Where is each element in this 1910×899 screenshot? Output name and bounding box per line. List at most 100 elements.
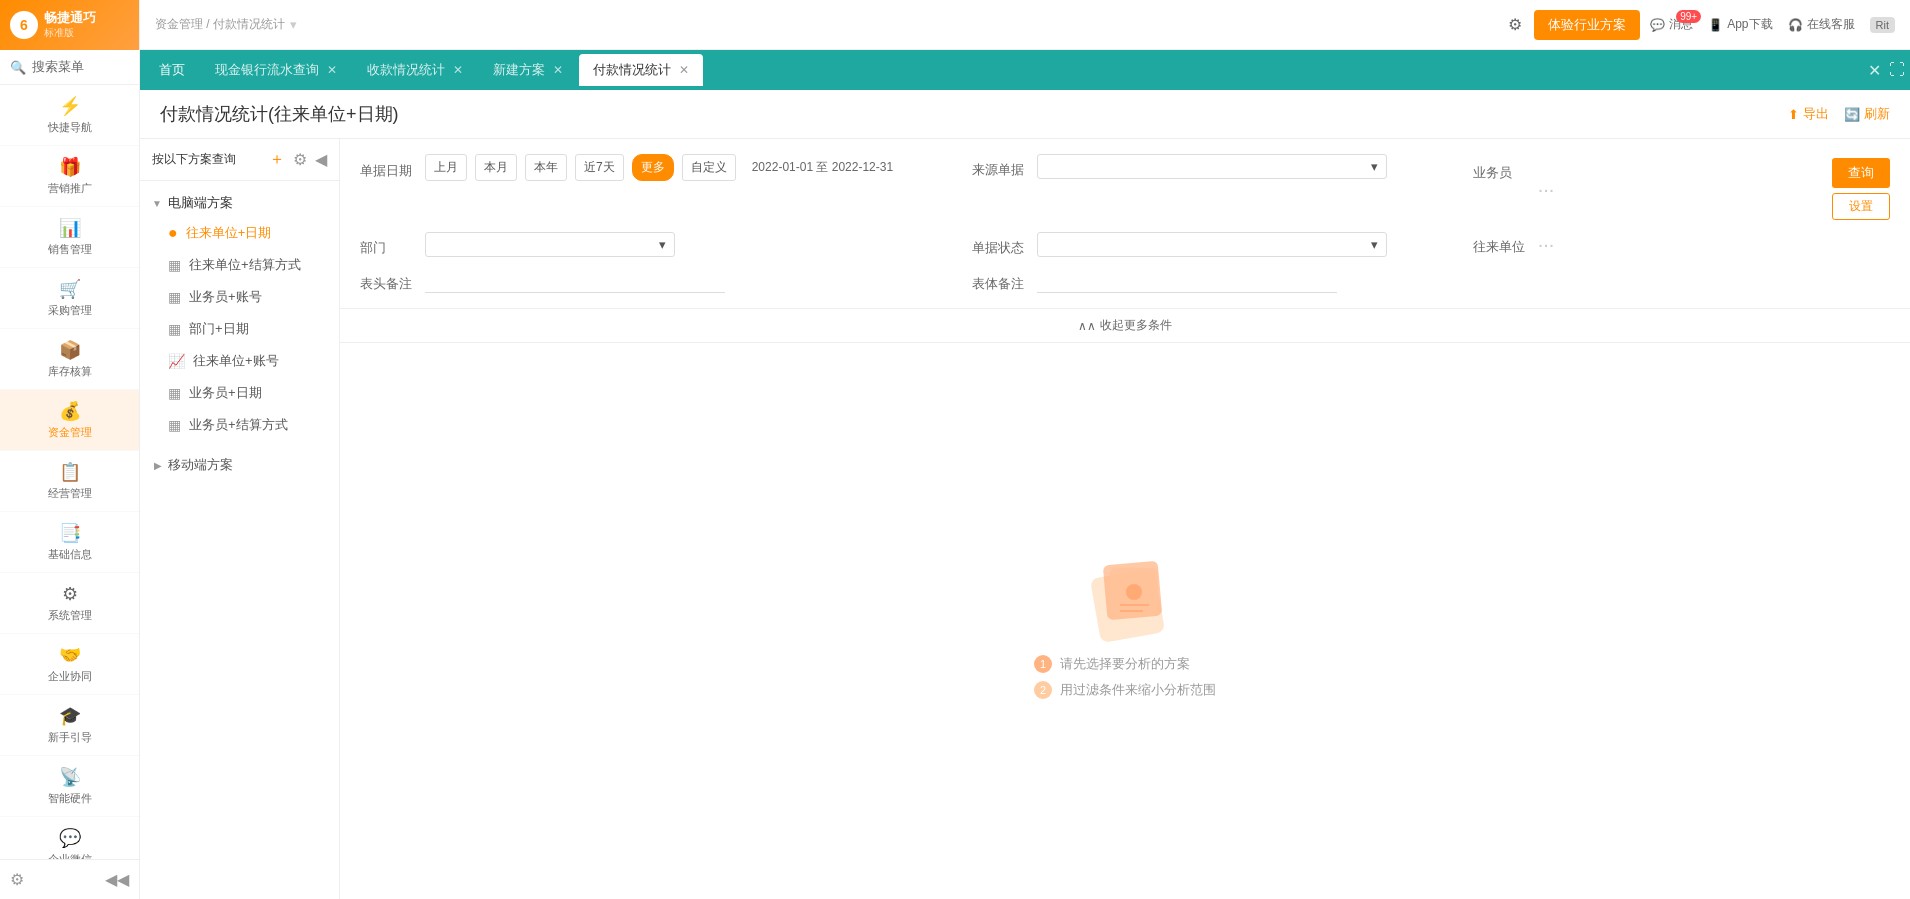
operation-icon: 📋	[59, 461, 81, 483]
date-btn-this-month[interactable]: 本月	[475, 154, 517, 181]
logo-icon: 6	[10, 11, 38, 39]
app-download-btn[interactable]: 📱 App下载	[1708, 16, 1772, 33]
scheme-item-label: 往来单位+日期	[186, 224, 272, 242]
sidebar-item-hardware[interactable]: 📡 智能硬件	[0, 756, 139, 817]
sidebar-item-quick-nav[interactable]: ⚡ 快捷导航	[0, 85, 139, 146]
tab-expand-btn[interactable]: ⛶	[1889, 61, 1905, 79]
header-note-label: 表头备注	[360, 269, 425, 293]
query-section: 查询 设置	[1832, 158, 1890, 220]
sidebar-item-label: 快捷导航	[48, 120, 92, 135]
new-scheme-tab-close[interactable]: ✕	[553, 63, 563, 77]
sidebar-item-label: 销售管理	[48, 242, 92, 257]
sidebar-item-operation[interactable]: 📋 经营管理	[0, 451, 139, 512]
sidebar-item-label: 企业微信	[48, 852, 92, 859]
sidebar-item-system[interactable]: ⚙ 系统管理	[0, 573, 139, 634]
sidebar-item-label: 系统管理	[48, 608, 92, 623]
sidebar-item-sales[interactable]: 📊 销售管理	[0, 207, 139, 268]
sidebar-item-basic[interactable]: 📑 基础信息	[0, 512, 139, 573]
empty-tip-2: 2 用过滤条件来缩小分析范围	[1034, 681, 1216, 699]
settings-btn[interactable]: 设置	[1832, 193, 1890, 220]
collapse-more-btn[interactable]: ∧∧ 收起更多条件	[1078, 317, 1172, 334]
collapse-sidebar-btn[interactable]: ◀◀	[105, 870, 129, 889]
scheme-mobile-group-header[interactable]: ▶ 移动端方案	[140, 449, 339, 481]
scheme-item-unit-settle[interactable]: ▦ 往来单位+结算方式	[140, 249, 339, 281]
inventory-icon: 📦	[59, 339, 81, 361]
sidebar-item-marketing[interactable]: 🎁 营销推广	[0, 146, 139, 207]
empty-state: 1 请先选择要分析的方案 2 用过滤条件来缩小分析范围	[340, 343, 1910, 899]
message-icon: 💬	[1650, 18, 1665, 32]
sidebar-item-inventory[interactable]: 📦 库存核算	[0, 329, 139, 390]
sidebar-search[interactable]: 🔍 搜索菜单	[0, 50, 139, 85]
export-label: 导出	[1803, 105, 1829, 123]
scheme-group-arrow-icon: ▼	[152, 198, 162, 209]
date-btn-last-month[interactable]: 上月	[425, 154, 467, 181]
scheme-item-unit-date[interactable]: ● 往来单位+日期	[140, 217, 339, 249]
settings-footer-btn[interactable]: ⚙	[10, 870, 24, 889]
basic-icon: 📑	[59, 522, 81, 544]
sidebar-item-enterprise[interactable]: 🤝 企业协同	[0, 634, 139, 695]
query-btn[interactable]: 查询	[1832, 158, 1890, 188]
tab-bank-flow[interactable]: 现金银行流水查询 ✕	[201, 54, 351, 86]
sidebar-item-label: 经营管理	[48, 486, 92, 501]
left-panel-header: 按以下方案查询 ＋ ⚙ ◀	[140, 139, 339, 181]
settings-scheme-btn[interactable]: ⚙	[293, 150, 307, 169]
tab-receipt-stats[interactable]: 收款情况统计 ✕	[353, 54, 477, 86]
collapse-panel-btn[interactable]: ◀	[315, 150, 327, 169]
quick-nav-icon: ⚡	[59, 95, 81, 117]
scheme-item-staff-account[interactable]: ▦ 业务员+账号	[140, 281, 339, 313]
refresh-btn[interactable]: 🔄 刷新	[1844, 105, 1890, 123]
tab-home[interactable]: 首页	[145, 54, 199, 86]
tab-close-all-btn[interactable]: ✕	[1868, 61, 1881, 80]
user-avatar[interactable]: Rit	[1870, 17, 1895, 33]
dept-select[interactable]: ▾	[425, 232, 675, 257]
counterpart-ellipsis[interactable]: ···	[1538, 233, 1555, 256]
date-btn-7days[interactable]: 近7天	[575, 154, 624, 181]
phone-icon: 📱	[1708, 18, 1723, 32]
scheme-item-dept-date[interactable]: ▦ 部门+日期	[140, 313, 339, 345]
doc-status-select[interactable]: ▾	[1037, 232, 1387, 257]
chevron-down-icon: ▾	[290, 17, 297, 32]
hardware-icon: 📡	[59, 766, 81, 788]
sidebar-item-capital[interactable]: 💰 资金管理	[0, 390, 139, 451]
app-download-label: App下载	[1727, 16, 1772, 33]
date-btn-custom[interactable]: 自定义	[682, 154, 736, 181]
bank-flow-tab-close[interactable]: ✕	[327, 63, 337, 77]
tip-num-1: 1	[1034, 655, 1052, 673]
add-scheme-btn[interactable]: ＋	[269, 149, 285, 170]
filter-col-source: 来源单据 ▾	[972, 154, 1473, 179]
body-note-input[interactable]	[1037, 269, 1337, 293]
gear-icon[interactable]: ⚙	[1508, 15, 1522, 34]
body-note-label: 表体备注	[972, 269, 1037, 293]
staff-ellipsis[interactable]: ···	[1538, 178, 1555, 200]
dept-label: 部门	[360, 233, 425, 257]
bank-flow-tab-label: 现金银行流水查询	[215, 61, 319, 79]
dept-chevron-icon: ▾	[659, 237, 666, 252]
receipt-stats-tab-label: 收款情况统计	[367, 61, 445, 79]
app-name: 畅捷通巧	[44, 10, 96, 26]
source-select[interactable]: ▾	[1037, 154, 1387, 179]
receipt-stats-tab-close[interactable]: ✕	[453, 63, 463, 77]
scheme-item-staff-settle[interactable]: ▦ 业务员+结算方式	[140, 409, 339, 441]
payment-stats-tab-close[interactable]: ✕	[679, 63, 689, 77]
date-btn-more[interactable]: 更多	[632, 154, 674, 181]
messages-btn[interactable]: 💬 消息 99+	[1650, 16, 1693, 33]
scheme-item-unit-account[interactable]: 📈 往来单位+账号	[140, 345, 339, 377]
scheme-desktop-group-header[interactable]: ▼ 电脑端方案	[140, 189, 339, 217]
tab-payment-stats[interactable]: 付款情况统计 ✕	[579, 54, 703, 86]
sidebar-item-purchase[interactable]: 🛒 采购管理	[0, 268, 139, 329]
export-btn[interactable]: ⬆ 导出	[1788, 105, 1829, 123]
active-scheme-icon: ●	[168, 224, 178, 242]
trial-btn[interactable]: 体验行业方案	[1534, 10, 1640, 40]
date-btn-this-year[interactable]: 本年	[525, 154, 567, 181]
scheme-item-staff-date[interactable]: ▦ 业务员+日期	[140, 377, 339, 409]
page-header-actions: ⬆ 导出 🔄 刷新	[1788, 105, 1890, 123]
sidebar-footer: ⚙ ◀◀	[0, 859, 139, 899]
sidebar-item-guide[interactable]: 🎓 新手引导	[0, 695, 139, 756]
sidebar-item-wechat[interactable]: 💬 企业微信	[0, 817, 139, 859]
header-note-input[interactable]	[425, 269, 725, 293]
capital-icon: 💰	[59, 400, 81, 422]
tab-new-scheme[interactable]: 新建方案 ✕	[479, 54, 577, 86]
online-service-btn[interactable]: 🎧 在线客服	[1788, 16, 1855, 33]
empty-illustration	[1075, 543, 1175, 643]
headset-icon: 🎧	[1788, 18, 1803, 32]
